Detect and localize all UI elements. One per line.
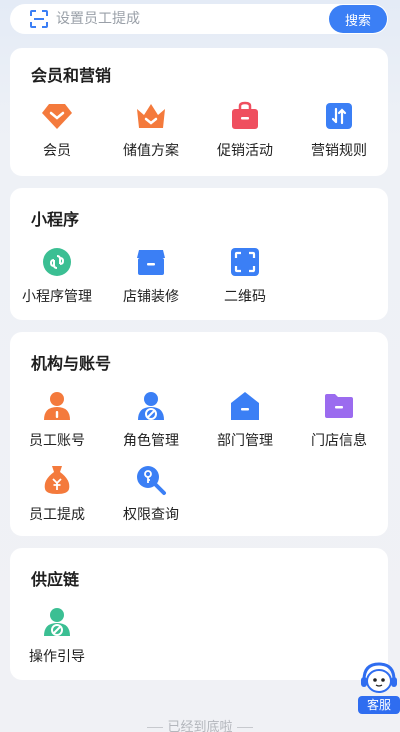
rules-icon [326,103,352,129]
menu-item-store-decoration[interactable]: 店铺装修 [104,246,198,306]
divider-right [236,727,253,728]
menu-item-label: 小程序管理 [22,289,92,305]
menu-item-qr-code[interactable]: 二维码 [198,246,292,306]
money-bag-icon [44,466,70,494]
section-supply-chain: 供应链 操作引导 [10,548,388,680]
search-input[interactable] [56,4,329,34]
section-member-marketing: 会员和营销 会员 储值方案 促销活动 营销规则 [10,48,388,176]
menu-item-label: 权限查询 [123,507,179,523]
customer-service-button[interactable]: 客服 [358,660,400,718]
menu-item-label: 营销规则 [311,143,367,159]
menu-item-label: 二维码 [224,289,266,305]
section-title: 会员和营销 [31,66,112,85]
scan-icon[interactable] [24,4,54,34]
menu-item-member[interactable]: 会员 [10,100,104,160]
end-of-list-label: 已经到底啦 [167,720,233,732]
end-of-list-text: 已经到底啦 [0,716,400,732]
customer-service-icon [361,662,397,693]
store-icon [137,250,165,275]
divider-left [147,727,164,728]
member-icon [42,104,72,129]
section-title: 小程序 [31,210,80,229]
menu-item-operation-guide[interactable]: 操作引导 [10,606,104,666]
menu-item-permission-query[interactable]: 权限查询 [104,464,198,524]
menu-item-stored-value[interactable]: 储值方案 [104,100,198,160]
menu-item-store-info[interactable]: 门店信息 [292,390,386,450]
guide-icon [44,608,70,636]
section-title: 供应链 [31,570,80,589]
key-search-icon [137,466,166,495]
menu-item-label: 角色管理 [123,433,179,449]
shopping-bag-icon [232,101,258,129]
staff-icon [44,392,70,420]
menu-item-department-manage[interactable]: 部门管理 [198,390,292,450]
menu-item-label: 店铺装修 [123,289,179,305]
folder-icon [325,394,353,418]
menu-item-mini-program-manage[interactable]: 小程序管理 [10,246,104,306]
section-org-account: 机构与账号 员工账号 角色管理 部门管理 门店信息 员工提成 权限查询 [10,332,388,536]
section-title: 机构与账号 [31,354,112,373]
menu-item-label: 操作引导 [29,649,85,665]
crown-icon [137,104,165,128]
role-icon [138,392,164,420]
menu-item-label: 部门管理 [217,433,273,449]
qr-scan-icon [231,248,259,276]
mini-program-icon [43,248,71,276]
menu-item-role-manage[interactable]: 角色管理 [104,390,198,450]
department-icon [231,392,259,420]
menu-item-label: 门店信息 [311,433,367,449]
menu-item-marketing-rules[interactable]: 营销规则 [292,100,386,160]
menu-item-label: 员工账号 [29,433,85,449]
menu-item-label: 促销活动 [217,143,273,159]
customer-service-label: 客服 [358,696,400,714]
menu-item-staff-commission[interactable]: 员工提成 [10,464,104,524]
section-mini-program: 小程序 小程序管理 店铺装修 二维码 [10,188,388,320]
menu-item-label: 会员 [43,143,71,159]
search-bar: 搜索 [10,4,388,34]
menu-item-label: 员工提成 [29,507,85,523]
menu-item-promotion[interactable]: 促销活动 [198,100,292,160]
menu-item-label: 储值方案 [123,143,179,159]
menu-item-staff-account[interactable]: 员工账号 [10,390,104,450]
search-button[interactable]: 搜索 [329,5,387,33]
